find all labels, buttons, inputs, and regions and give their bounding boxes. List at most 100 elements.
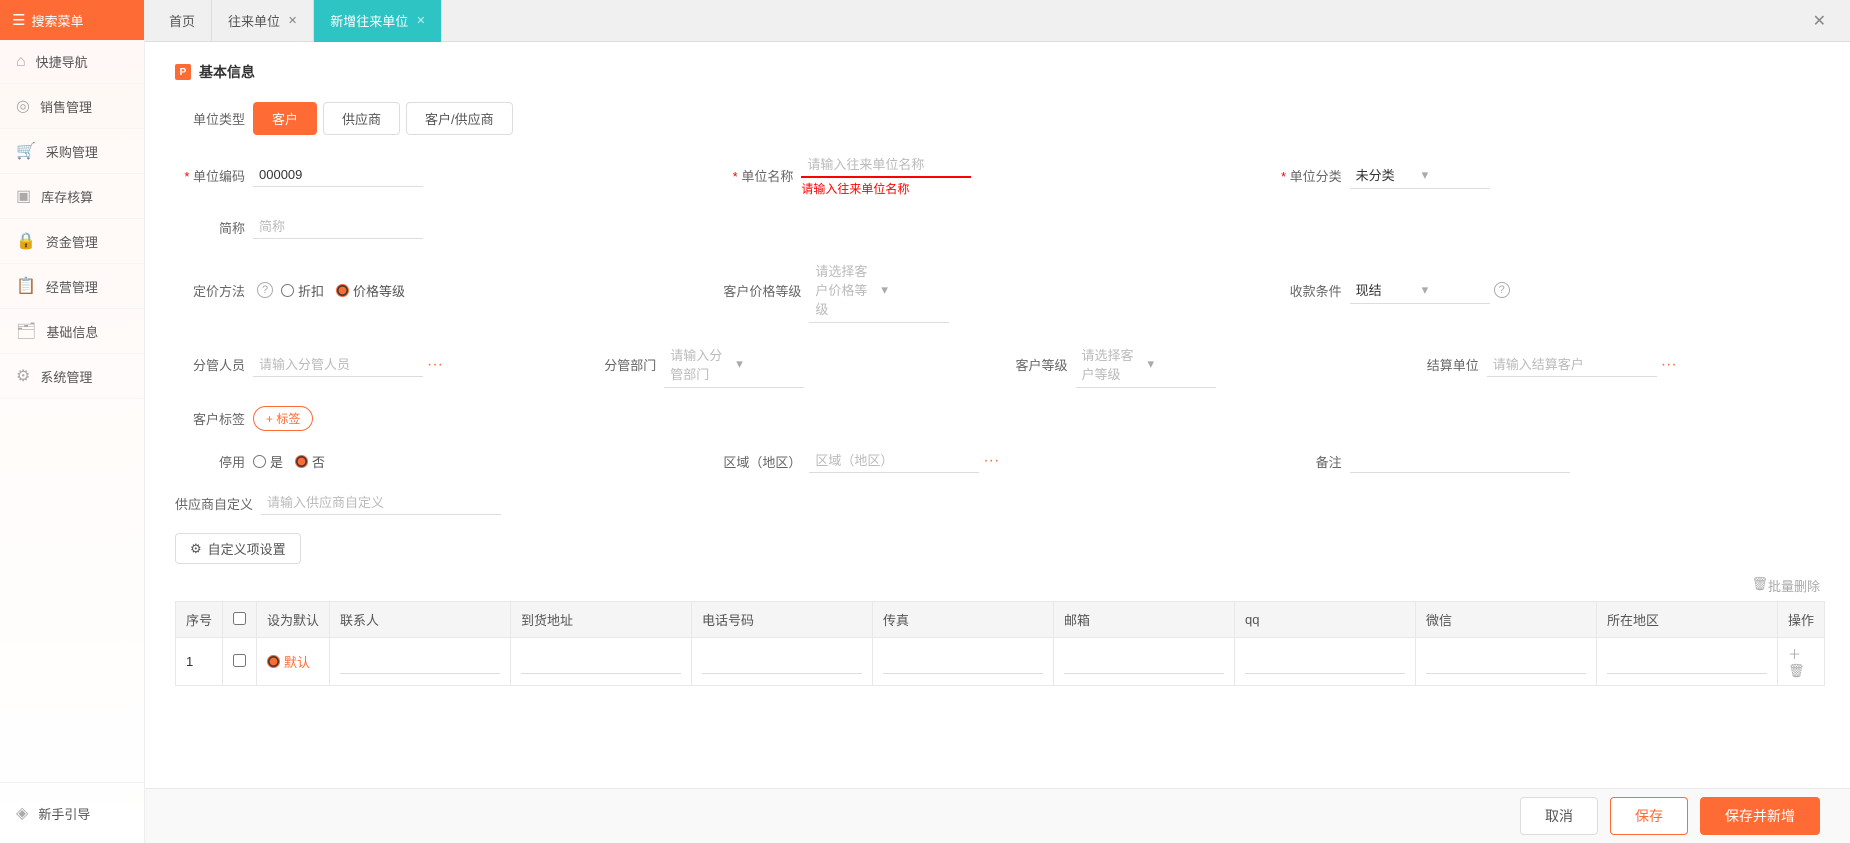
pricing-row: 定价方法 ? 折扣 价格等级 客户价格等级 请选择客户价格等级 bbox=[175, 257, 1820, 323]
disabled-no-radio[interactable]: 否 bbox=[295, 452, 325, 471]
sidebar-search[interactable]: ☰ 搜索菜单 bbox=[0, 0, 144, 40]
sidebar-item-quick-nav[interactable]: ⌂ 快捷导航 bbox=[0, 40, 144, 84]
region-more-icon[interactable]: ··· bbox=[983, 452, 999, 470]
system-icon: ⚙ bbox=[16, 366, 30, 386]
department-arrow-icon: ▾ bbox=[736, 356, 798, 372]
purchase-icon: 🛒 bbox=[16, 141, 36, 161]
tab-partner[interactable]: 往来单位 ✕ bbox=[212, 0, 314, 42]
short-name-label: 简称 bbox=[175, 218, 245, 237]
cancel-button[interactable]: 取消 bbox=[1520, 797, 1598, 835]
close-all-tabs[interactable]: ✕ bbox=[1797, 11, 1842, 31]
row-default-radio[interactable]: 默认 bbox=[267, 652, 319, 671]
inventory-icon: ▣ bbox=[16, 186, 31, 206]
row-wechat bbox=[1416, 638, 1597, 686]
custom-settings-button[interactable]: ⚙ 自定义项设置 bbox=[175, 533, 301, 564]
col-email: 邮箱 bbox=[1054, 602, 1235, 638]
sidebar-item-inventory[interactable]: ▣ 库存核算 bbox=[0, 174, 144, 219]
tab-new-partner-close[interactable]: ✕ bbox=[416, 14, 425, 27]
row-region bbox=[1597, 638, 1778, 686]
row-phone bbox=[692, 638, 873, 686]
unit-code-input[interactable] bbox=[253, 163, 423, 187]
guide-icon: ◈ bbox=[16, 803, 28, 823]
manager-field: 分管人员 ··· bbox=[175, 353, 586, 377]
customer-level-select[interactable]: 请选择客户等级 ▾ bbox=[1076, 341, 1216, 388]
section-title-basic: P 基本信息 bbox=[175, 62, 1820, 82]
customer-price-select[interactable]: 请选择客户价格等级 ▾ bbox=[809, 257, 949, 323]
manager-more-icon[interactable]: ··· bbox=[427, 356, 443, 374]
main-area: 首页 往来单位 ✕ 新增往来单位 ✕ ✕ P 基本信息 单位类型 客户 供应商 … bbox=[145, 0, 1850, 843]
table-row: 1 默认 bbox=[176, 638, 1825, 686]
department-label: 分管部门 bbox=[586, 355, 656, 374]
manager-label: 分管人员 bbox=[175, 355, 245, 374]
tab-home[interactable]: 首页 bbox=[153, 0, 212, 42]
tab-new-partner[interactable]: 新增往来单位 ✕ bbox=[314, 0, 442, 42]
customer-price-label: 客户价格等级 bbox=[723, 281, 801, 300]
col-address: 到货地址 bbox=[511, 602, 692, 638]
sidebar-item-operations[interactable]: 📋 经营管理 bbox=[0, 264, 144, 309]
row-delete-icon[interactable]: 🗑 bbox=[1788, 663, 1805, 678]
sidebar-item-purchase[interactable]: 🛒 采购管理 bbox=[0, 129, 144, 174]
sidebar-item-sales[interactable]: ◎ 销售管理 bbox=[0, 84, 144, 129]
qq-input[interactable] bbox=[1245, 650, 1405, 674]
supplier-custom-input[interactable] bbox=[261, 491, 501, 515]
row-qq bbox=[1235, 638, 1416, 686]
fax-input[interactable] bbox=[883, 650, 1043, 674]
payment-terms-select[interactable]: 现结 ▾ bbox=[1350, 276, 1490, 304]
department-select[interactable]: 请输入分管部门 ▾ bbox=[664, 341, 804, 388]
row-region-input[interactable] bbox=[1607, 650, 1767, 674]
settlement-more-icon[interactable]: ··· bbox=[1661, 356, 1677, 374]
short-name-input[interactable] bbox=[253, 215, 423, 239]
unit-name-field: 单位名称 请输入往来单位名称 bbox=[723, 153, 1271, 197]
tab-partner-close[interactable]: ✕ bbox=[288, 14, 297, 27]
finance-icon: 🔒 bbox=[16, 231, 36, 251]
email-input[interactable] bbox=[1064, 650, 1224, 674]
supplier-custom-field: 供应商自定义 bbox=[175, 491, 1820, 515]
row-select-checkbox[interactable] bbox=[233, 654, 246, 667]
pricing-level-radio[interactable]: 价格等级 bbox=[336, 281, 405, 300]
settlement-unit-input[interactable] bbox=[1487, 353, 1657, 377]
manager-input[interactable] bbox=[253, 353, 423, 377]
settlement-unit-field: 结算单位 ··· bbox=[1409, 353, 1820, 377]
pricing-discount-radio[interactable]: 折扣 bbox=[281, 281, 324, 300]
remark-label: 备注 bbox=[1272, 452, 1342, 471]
save-new-button[interactable]: 保存并新增 bbox=[1700, 797, 1820, 835]
contacts-table: 序号 设为默认 联系人 到货地址 电话号码 传真 邮箱 qq 微信 所在地区 操… bbox=[175, 601, 1825, 686]
unit-name-input[interactable] bbox=[801, 153, 971, 178]
contact-input[interactable] bbox=[340, 650, 500, 674]
row-add-icon[interactable]: ＋ bbox=[1788, 647, 1801, 662]
phone-input[interactable] bbox=[702, 650, 862, 674]
address-input[interactable] bbox=[521, 650, 681, 674]
save-button[interactable]: 保存 bbox=[1610, 797, 1688, 835]
unit-type-supplier-btn[interactable]: 供应商 bbox=[323, 102, 400, 135]
row-address bbox=[511, 638, 692, 686]
batch-delete-btn[interactable]: 🗑 批量删除 bbox=[175, 576, 1820, 595]
unit-type-customer-btn[interactable]: 客户 bbox=[253, 102, 317, 135]
unit-category-select[interactable]: 未分类 ▾ bbox=[1350, 161, 1490, 189]
remark-input[interactable] bbox=[1350, 449, 1570, 473]
add-tag-button[interactable]: + 标签 bbox=[253, 406, 313, 431]
pricing-hint-icon[interactable]: ? bbox=[257, 282, 273, 298]
select-all-checkbox[interactable] bbox=[233, 612, 246, 625]
unit-type-both-btn[interactable]: 客户/供应商 bbox=[406, 102, 513, 135]
content-area: P 基本信息 单位类型 客户 供应商 客户/供应商 单位编码 单位名称 bbox=[145, 42, 1850, 788]
sidebar-item-guide[interactable]: ◈ 新手引导 bbox=[0, 791, 144, 835]
row-default: 默认 bbox=[257, 638, 330, 686]
sidebar-item-basic-info[interactable]: 🗂 基础信息 bbox=[0, 309, 144, 354]
section-icon: P bbox=[175, 64, 191, 80]
sidebar-item-system[interactable]: ⚙ 系统管理 bbox=[0, 354, 144, 399]
col-fax: 传真 bbox=[873, 602, 1054, 638]
row-action: ＋ 🗑 bbox=[1778, 638, 1825, 686]
row-checkbox bbox=[223, 638, 257, 686]
disabled-yes-radio[interactable]: 是 bbox=[253, 452, 283, 471]
col-checkbox bbox=[223, 602, 257, 638]
row-fax bbox=[873, 638, 1054, 686]
payment-hint-icon[interactable]: ? bbox=[1494, 282, 1510, 298]
customer-price-arrow-icon: ▾ bbox=[881, 282, 943, 298]
supplier-custom-label: 供应商自定义 bbox=[175, 494, 253, 513]
customer-price-field: 客户价格等级 请选择客户价格等级 ▾ bbox=[723, 257, 1271, 323]
wechat-input[interactable] bbox=[1426, 650, 1586, 674]
region-input[interactable] bbox=[809, 449, 979, 473]
settlement-unit-label: 结算单位 bbox=[1409, 355, 1479, 374]
pricing-method-field: 定价方法 ? 折扣 价格等级 bbox=[175, 281, 723, 300]
sidebar-item-finance[interactable]: 🔒 资金管理 bbox=[0, 219, 144, 264]
